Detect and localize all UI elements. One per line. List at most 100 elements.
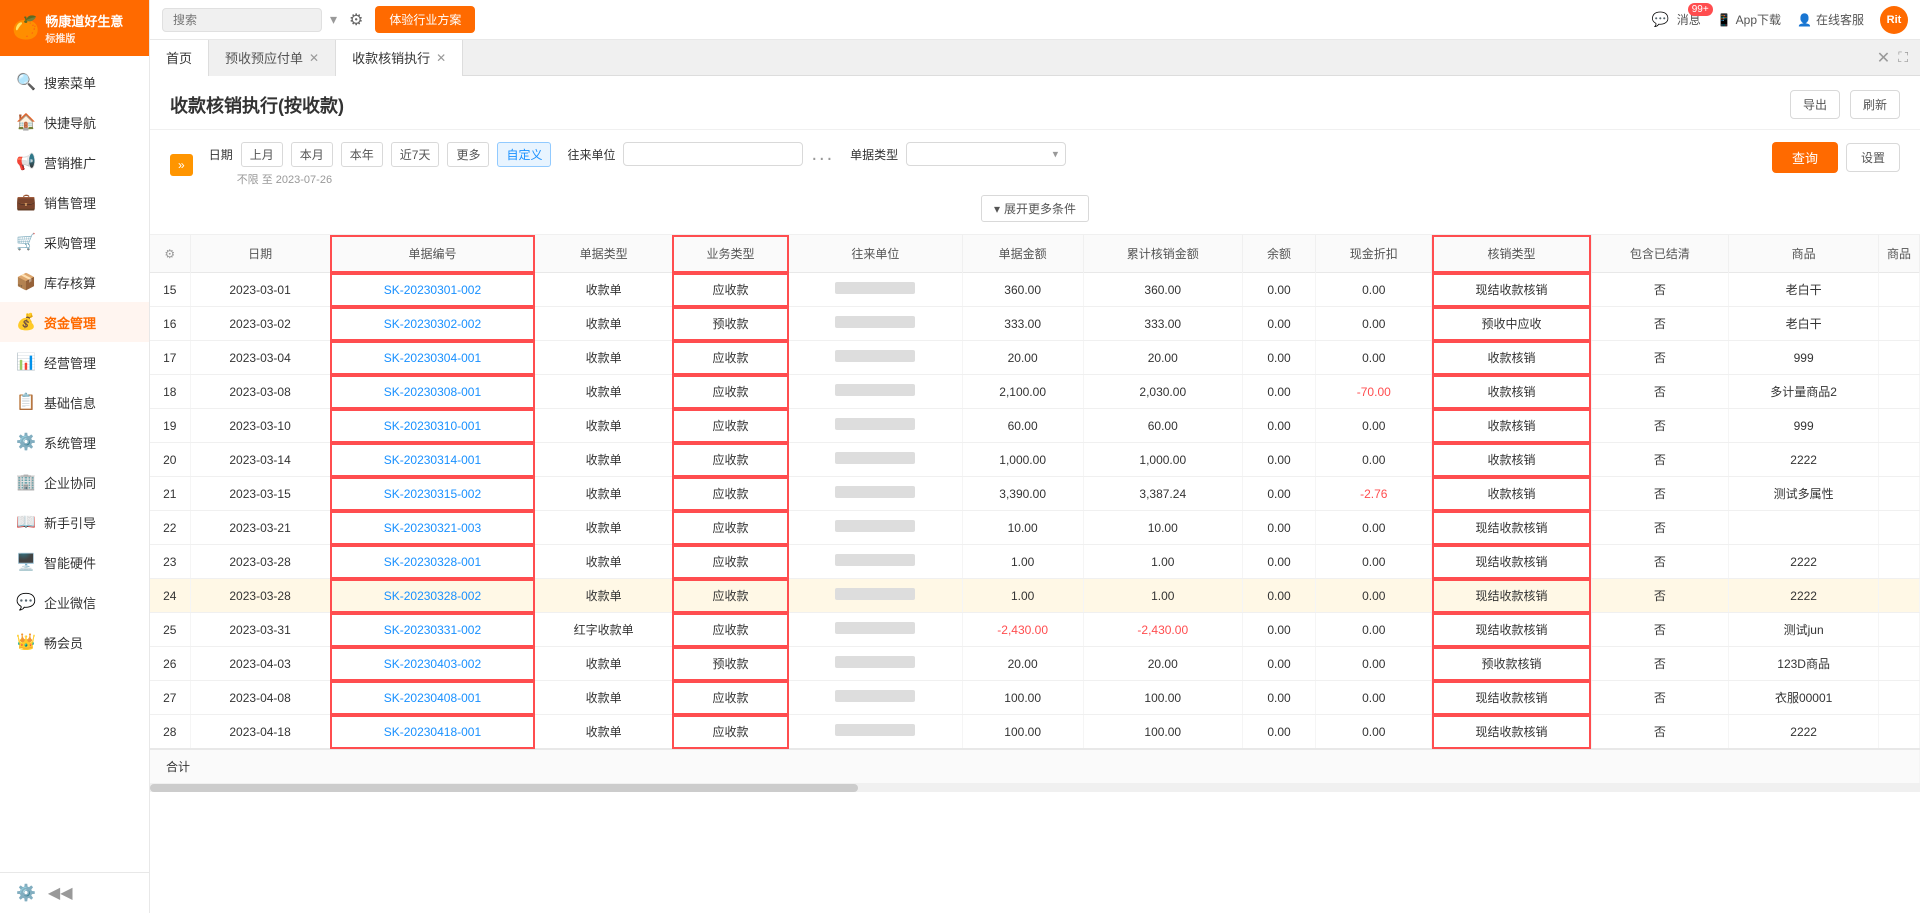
date-btn-more[interactable]: 更多 <box>447 142 489 167</box>
date-btn-last-month[interactable]: 上月 <box>241 142 283 167</box>
doc-no-link[interactable]: SK-20230328-002 <box>384 589 481 603</box>
sidebar-item-search-menu[interactable]: 🔍 搜索菜单 <box>0 62 149 102</box>
tab-collection-exec-close[interactable]: ✕ <box>436 51 446 65</box>
sidebar-item-corp-wechat[interactable]: 💬 企业微信 <box>0 582 149 622</box>
table-row: 18 2023-03-08 SK-20230308-001 收款单 应收款 2,… <box>150 375 1920 409</box>
main-area: ▾ ⚙ 体验行业方案 💬 消息 99+ 📱 App下载 👤 在线客服 Rit <box>150 0 1920 913</box>
cell-verify-type: 预收中应收 <box>1432 307 1591 341</box>
cell-cumulative: -2,430.00 <box>1083 613 1242 647</box>
refresh-button[interactable]: 刷新 <box>1850 90 1900 119</box>
cell-discount: 0.00 <box>1316 443 1432 477</box>
cell-date: 2023-03-31 <box>190 613 330 647</box>
app-download-button[interactable]: 📱 App下载 <box>1717 11 1781 28</box>
sidebar-item-quick-nav[interactable]: 🏠 快捷导航 <box>0 102 149 142</box>
dropdown-arrow-icon[interactable]: ▾ <box>330 11 337 28</box>
collapse-icon[interactable]: ◀◀ <box>48 883 73 903</box>
date-range-display: 不限 至 2023-07-26 <box>237 171 552 187</box>
industry-solution-button[interactable]: 体验行业方案 <box>375 6 475 33</box>
cell-included: 否 <box>1591 409 1729 443</box>
table-gear-icon[interactable]: ⚙ <box>164 247 175 261</box>
settings-icon[interactable]: ⚙️ <box>16 883 36 903</box>
doc-no-link[interactable]: SK-20230321-003 <box>384 521 481 535</box>
sidebar-item-marketing[interactable]: 📢 营销推广 <box>0 142 149 182</box>
system-icon: ⚙️ <box>16 432 36 452</box>
receipt-type-select[interactable] <box>906 142 1066 166</box>
table-scrollbar[interactable] <box>150 784 1920 792</box>
cell-balance: 0.00 <box>1242 715 1315 750</box>
online-service-button[interactable]: 👤 在线客服 <box>1797 11 1864 28</box>
close-window-icon[interactable]: ✕ <box>1877 48 1890 68</box>
sidebar-item-basics[interactable]: 📋 基础信息 <box>0 382 149 422</box>
cell-cumulative: 20.00 <box>1083 341 1242 375</box>
sidebar-item-system[interactable]: ⚙️ 系统管理 <box>0 422 149 462</box>
date-btn-7days[interactable]: 近7天 <box>391 142 440 167</box>
table-totals-row: 合计 <box>150 749 1920 784</box>
doc-no-link[interactable]: SK-20230331-002 <box>384 623 481 637</box>
doc-no-link[interactable]: SK-20230310-001 <box>384 419 481 433</box>
doc-no-link[interactable]: SK-20230304-001 <box>384 351 481 365</box>
sidebar-item-member[interactable]: 👑 畅会员 <box>0 622 149 662</box>
setting-button[interactable]: 设置 <box>1846 143 1900 172</box>
doc-no-link[interactable]: SK-20230302-002 <box>384 317 481 331</box>
cell-verify-type: 收款核销 <box>1432 443 1591 477</box>
tab-prepay-orders[interactable]: 预收预应付单 ✕ <box>209 40 336 76</box>
sidebar-item-smart-hw[interactable]: 🖥️ 智能硬件 <box>0 542 149 582</box>
tab-prepay-orders-close[interactable]: ✕ <box>309 51 319 65</box>
sidebar-logo: 🍊 畅康道好生意 标推版 <box>0 0 149 56</box>
sidebar-item-sales[interactable]: 💼 销售管理 <box>0 182 149 222</box>
cell-amount: -2,430.00 <box>962 613 1083 647</box>
sidebar-item-purchase[interactable]: 🛒 采购管理 <box>0 222 149 262</box>
sidebar-item-operations[interactable]: 📊 经营管理 <box>0 342 149 382</box>
doc-no-link[interactable]: SK-20230301-002 <box>384 283 481 297</box>
sidebar-item-inventory[interactable]: 📦 库存核算 <box>0 262 149 302</box>
cell-date: 2023-03-04 <box>190 341 330 375</box>
table-row: 21 2023-03-15 SK-20230315-002 收款单 应收款 3,… <box>150 477 1920 511</box>
table-row: 24 2023-03-28 SK-20230328-002 收款单 应收款 1.… <box>150 579 1920 613</box>
tab-collection-exec[interactable]: 收款核销执行 ✕ <box>336 40 463 76</box>
cell-cumulative: 60.00 <box>1083 409 1242 443</box>
cell-amount: 100.00 <box>962 715 1083 750</box>
customer-input[interactable] <box>623 142 803 166</box>
filter-toggle-button[interactable]: » <box>170 154 193 176</box>
tab-home[interactable]: 首页 <box>150 40 209 76</box>
sidebar-item-finance[interactable]: 💰 资金管理 <box>0 302 149 342</box>
export-button[interactable]: 导出 <box>1790 90 1840 119</box>
doc-no-link[interactable]: SK-20230328-001 <box>384 555 481 569</box>
cell-cumulative: 10.00 <box>1083 511 1242 545</box>
cell-goods1: 多计量商品2 <box>1729 375 1879 409</box>
doc-no-link[interactable]: SK-20230314-001 <box>384 453 481 467</box>
date-btn-custom[interactable]: 自定义 <box>497 142 551 167</box>
cell-discount: 0.00 <box>1316 511 1432 545</box>
sidebar-item-newbie[interactable]: 📖 新手引导 <box>0 502 149 542</box>
cell-biz-type: 应收款 <box>672 715 788 750</box>
cell-biz-type: 应收款 <box>672 579 788 613</box>
cell-doc-type: 收款单 <box>535 715 673 750</box>
date-btn-this-month[interactable]: 本月 <box>291 142 333 167</box>
doc-no-link[interactable]: SK-20230418-001 <box>384 725 481 739</box>
gear-icon[interactable]: ⚙ <box>349 10 363 30</box>
topbar-input-area: ▾ <box>162 8 337 32</box>
topbar-search-input[interactable] <box>162 8 322 32</box>
more-filters-dots[interactable]: ... <box>811 143 834 166</box>
message-button[interactable]: 💬 消息 99+ <box>1652 11 1701 28</box>
marketing-icon: 📢 <box>16 152 36 172</box>
maximize-icon[interactable]: ⛶ <box>1898 49 1908 66</box>
doc-no-link[interactable]: SK-20230308-001 <box>384 385 481 399</box>
cell-biz-type: 预收款 <box>672 307 788 341</box>
table-wrapper: ⚙ 日期 单据编号 单据类型 业务类型 往来单位 单据金额 累计核销金额 余额 … <box>150 235 1920 792</box>
expand-more-button[interactable]: ▾ 展开更多条件 <box>981 195 1089 222</box>
doc-no-link[interactable]: SK-20230403-002 <box>384 657 481 671</box>
cell-discount: 0.00 <box>1316 579 1432 613</box>
cell-included: 否 <box>1591 477 1729 511</box>
query-button[interactable]: 查询 <box>1772 142 1838 173</box>
sidebar-logo-sub: 标推版 <box>45 30 123 45</box>
sidebar-item-corp[interactable]: 🏢 企业协同 <box>0 462 149 502</box>
cell-date: 2023-03-28 <box>190 545 330 579</box>
date-btn-this-year[interactable]: 本年 <box>341 142 383 167</box>
topbar-right: 💬 消息 99+ 📱 App下载 👤 在线客服 Rit <box>1652 6 1908 34</box>
cell-no: 20 <box>150 443 190 477</box>
user-avatar[interactable]: Rit <box>1880 6 1908 34</box>
cell-doc-type: 收款单 <box>535 681 673 715</box>
doc-no-link[interactable]: SK-20230408-001 <box>384 691 481 705</box>
doc-no-link[interactable]: SK-20230315-002 <box>384 487 481 501</box>
